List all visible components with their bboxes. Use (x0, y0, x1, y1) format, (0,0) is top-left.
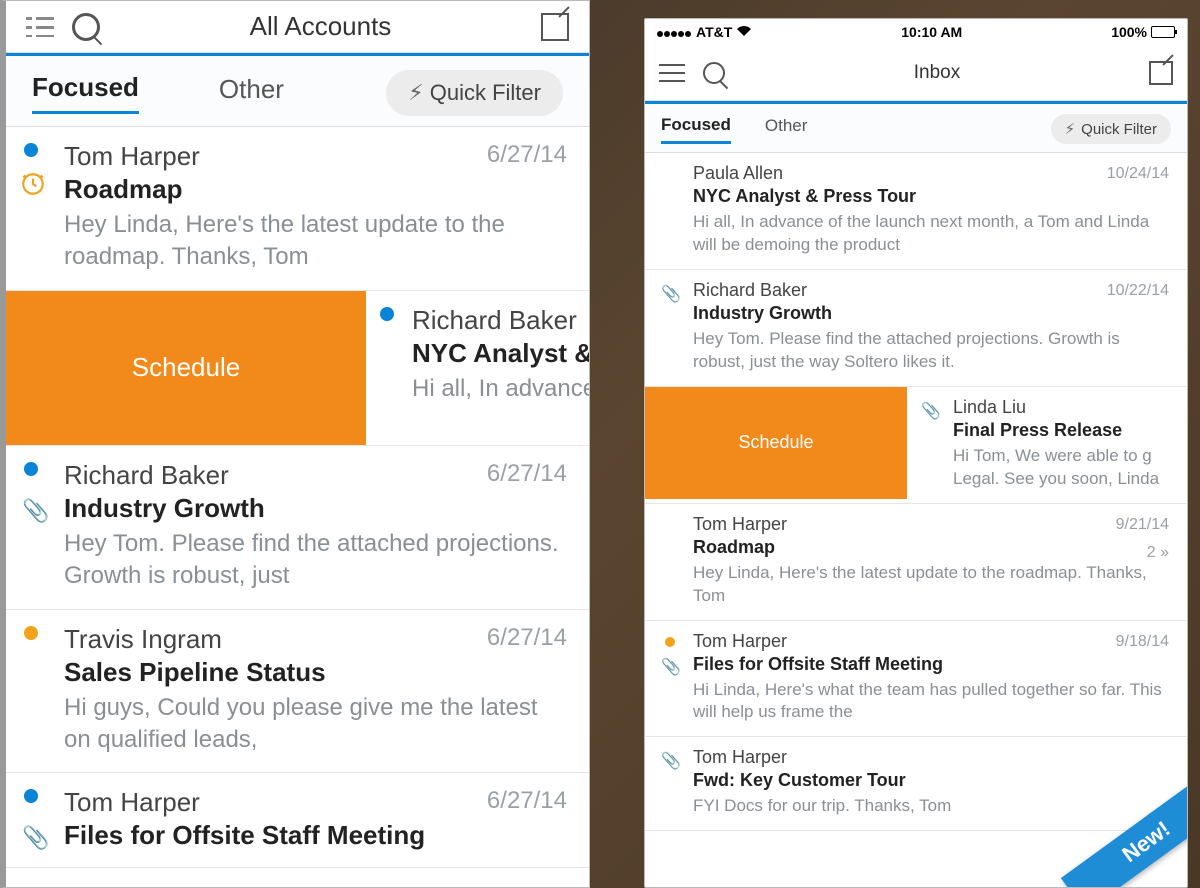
sender: Tom Harper (693, 514, 1169, 535)
carrier: AT&T (696, 24, 732, 40)
preview: FYI Docs for our trip. Thanks, Tom (693, 795, 1169, 818)
tab-other[interactable]: Other (765, 116, 808, 142)
email-date: 6/27/14 (487, 624, 567, 652)
unread-dot (24, 462, 38, 476)
sender: Paula Allen (693, 163, 1169, 184)
email-date: 6/27/14 (487, 141, 567, 169)
phone-left: All Accounts Focused Other ⚡︎ Quick Filt… (0, 0, 590, 888)
attachment-icon: 📎 (661, 284, 681, 304)
preview: Hey Linda, Here's the latest update to t… (693, 562, 1169, 608)
unread-dot (24, 789, 38, 803)
header-title[interactable]: Inbox (743, 62, 1131, 84)
unread-dot (24, 143, 38, 157)
tab-bar: Focused Other ⚡︎ Quick Filter (6, 56, 589, 127)
email-list: Tom Harper 6/27/14 Roadmap Hey Linda, He… (6, 127, 589, 887)
preview: Hi all, In advance of the launch next mo… (693, 211, 1169, 257)
subject: Final Press Release (953, 420, 1187, 441)
sender: Richard Baker (412, 305, 589, 336)
preview: Hi guys, Could you please give me the la… (64, 692, 567, 757)
email-row[interactable]: 📎 Richard Baker 6/27/14 Industry Growth … (6, 446, 589, 610)
email-date: 10/24/14 (1107, 165, 1169, 183)
subject: Files for Offsite Staff Meeting (64, 820, 567, 851)
compose-icon[interactable] (1149, 61, 1173, 85)
attachment-icon: 📎 (921, 401, 941, 421)
unread-dot (380, 307, 394, 321)
attachment-icon: 📎 (661, 751, 681, 771)
tab-bar: Focused Other ⚡︎ Quick Filter (645, 104, 1187, 153)
header-bar: All Accounts (6, 1, 589, 53)
search-icon[interactable] (72, 13, 100, 41)
email-row[interactable]: 📎 Tom Harper Fwd: Key Customer Tour FYI … (645, 737, 1187, 831)
email-row[interactable]: 📎 Tom Harper 6/27/14 Files for Offsite S… (6, 773, 589, 868)
email-row[interactable]: Travis Ingram 6/27/14 Sales Pipeline Sta… (6, 610, 589, 774)
sender: Tom Harper (693, 631, 1169, 652)
subject: Sales Pipeline Status (64, 657, 567, 688)
quick-filter-button[interactable]: ⚡︎ Quick Filter (386, 70, 563, 116)
email-row[interactable]: Tom Harper 6/27/14 Roadmap Hey Linda, He… (6, 127, 589, 291)
search-icon[interactable] (703, 62, 725, 84)
preview: Hey Linda, Here's the latest update to t… (64, 209, 567, 274)
email-list: Paula Allen 10/24/14 NYC Analyst & Press… (645, 153, 1187, 887)
phone-right: AT&T 10:10 AM 100% Inbox Focused Other ⚡… (644, 18, 1188, 888)
header-title[interactable]: All Accounts (118, 11, 523, 42)
email-date: 9/18/14 (1116, 633, 1169, 651)
subject: Roadmap (64, 174, 567, 205)
list-icon[interactable] (26, 17, 54, 37)
email-row-swiped[interactable]: Schedule 📎 Linda Liu Final Press Release… (645, 387, 1187, 504)
subject: Fwd: Key Customer Tour (693, 770, 1169, 791)
schedule-action[interactable]: Schedule (6, 291, 366, 445)
email-row[interactable]: 📎 Linda Liu Final Press Release Hi Tom, … (907, 387, 1187, 503)
attachment-icon: 📎 (661, 657, 681, 677)
sender: Richard Baker (693, 280, 1169, 301)
tab-focused[interactable]: Focused (661, 115, 731, 144)
attachment-icon: 📎 (22, 498, 49, 524)
subject: NYC Analyst & Press Tour (693, 186, 1169, 207)
email-row[interactable]: Paula Allen 10/24/14 NYC Analyst & Press… (645, 153, 1187, 270)
signal-icon (657, 24, 692, 40)
unread-dot (24, 626, 38, 640)
email-row[interactable]: 📎 Tom Harper 9/18/14 Files for Offsite S… (645, 621, 1187, 738)
preview: Hey Tom. Please find the attached projec… (693, 328, 1169, 374)
battery-icon (1151, 26, 1175, 38)
compose-icon[interactable] (541, 13, 569, 41)
subject: Files for Offsite Staff Meeting (693, 654, 1169, 675)
sender: Linda Liu (953, 397, 1187, 418)
email-row[interactable]: Tom Harper 9/21/14 2 » Roadmap Hey Linda… (645, 504, 1187, 621)
preview: Hey Tom. Please find the attached projec… (64, 528, 567, 593)
preview: Hi Linda, Here's what the team has pulle… (693, 679, 1169, 725)
preview: Hi Tom, We were able to g Legal. See you… (953, 445, 1187, 491)
status-bar: AT&T 10:10 AM 100% (645, 19, 1187, 45)
email-row[interactable]: Richard Baker NYC Analyst & Hi all, In a… (366, 291, 589, 445)
subject: Industry Growth (693, 303, 1169, 324)
sender: Tom Harper (693, 747, 1169, 768)
email-row-swiped[interactable]: Schedule Richard Baker NYC Analyst & Hi … (6, 291, 589, 446)
bolt-icon: ⚡︎ (1065, 120, 1076, 138)
menu-icon[interactable] (659, 64, 685, 82)
tab-focused[interactable]: Focused (32, 72, 139, 114)
quick-filter-button[interactable]: ⚡︎ Quick Filter (1051, 114, 1171, 144)
schedule-action[interactable]: Schedule (645, 387, 907, 499)
email-date: 10/22/14 (1107, 282, 1169, 300)
bolt-icon: ⚡︎ (408, 80, 423, 106)
tab-other[interactable]: Other (219, 74, 284, 113)
email-date: 6/27/14 (487, 787, 567, 815)
unread-dot (665, 637, 675, 647)
attachment-icon: 📎 (22, 825, 49, 851)
subject: Roadmap (693, 537, 1169, 558)
subject: Industry Growth (64, 493, 567, 524)
clock-icon (20, 171, 46, 202)
wifi-icon (736, 24, 752, 40)
battery-pct: 100% (1111, 24, 1147, 40)
clock: 10:10 AM (901, 24, 962, 40)
email-date: 9/21/14 (1116, 516, 1169, 534)
email-row[interactable]: 📎 Richard Baker 10/22/14 Industry Growth… (645, 270, 1187, 387)
header-bar: Inbox (645, 45, 1187, 101)
subject: NYC Analyst & (412, 338, 589, 369)
email-date: 6/27/14 (487, 460, 567, 488)
preview: Hi all, In advance month, a Tom a (412, 373, 589, 405)
thread-count: 2 » (1147, 544, 1169, 562)
